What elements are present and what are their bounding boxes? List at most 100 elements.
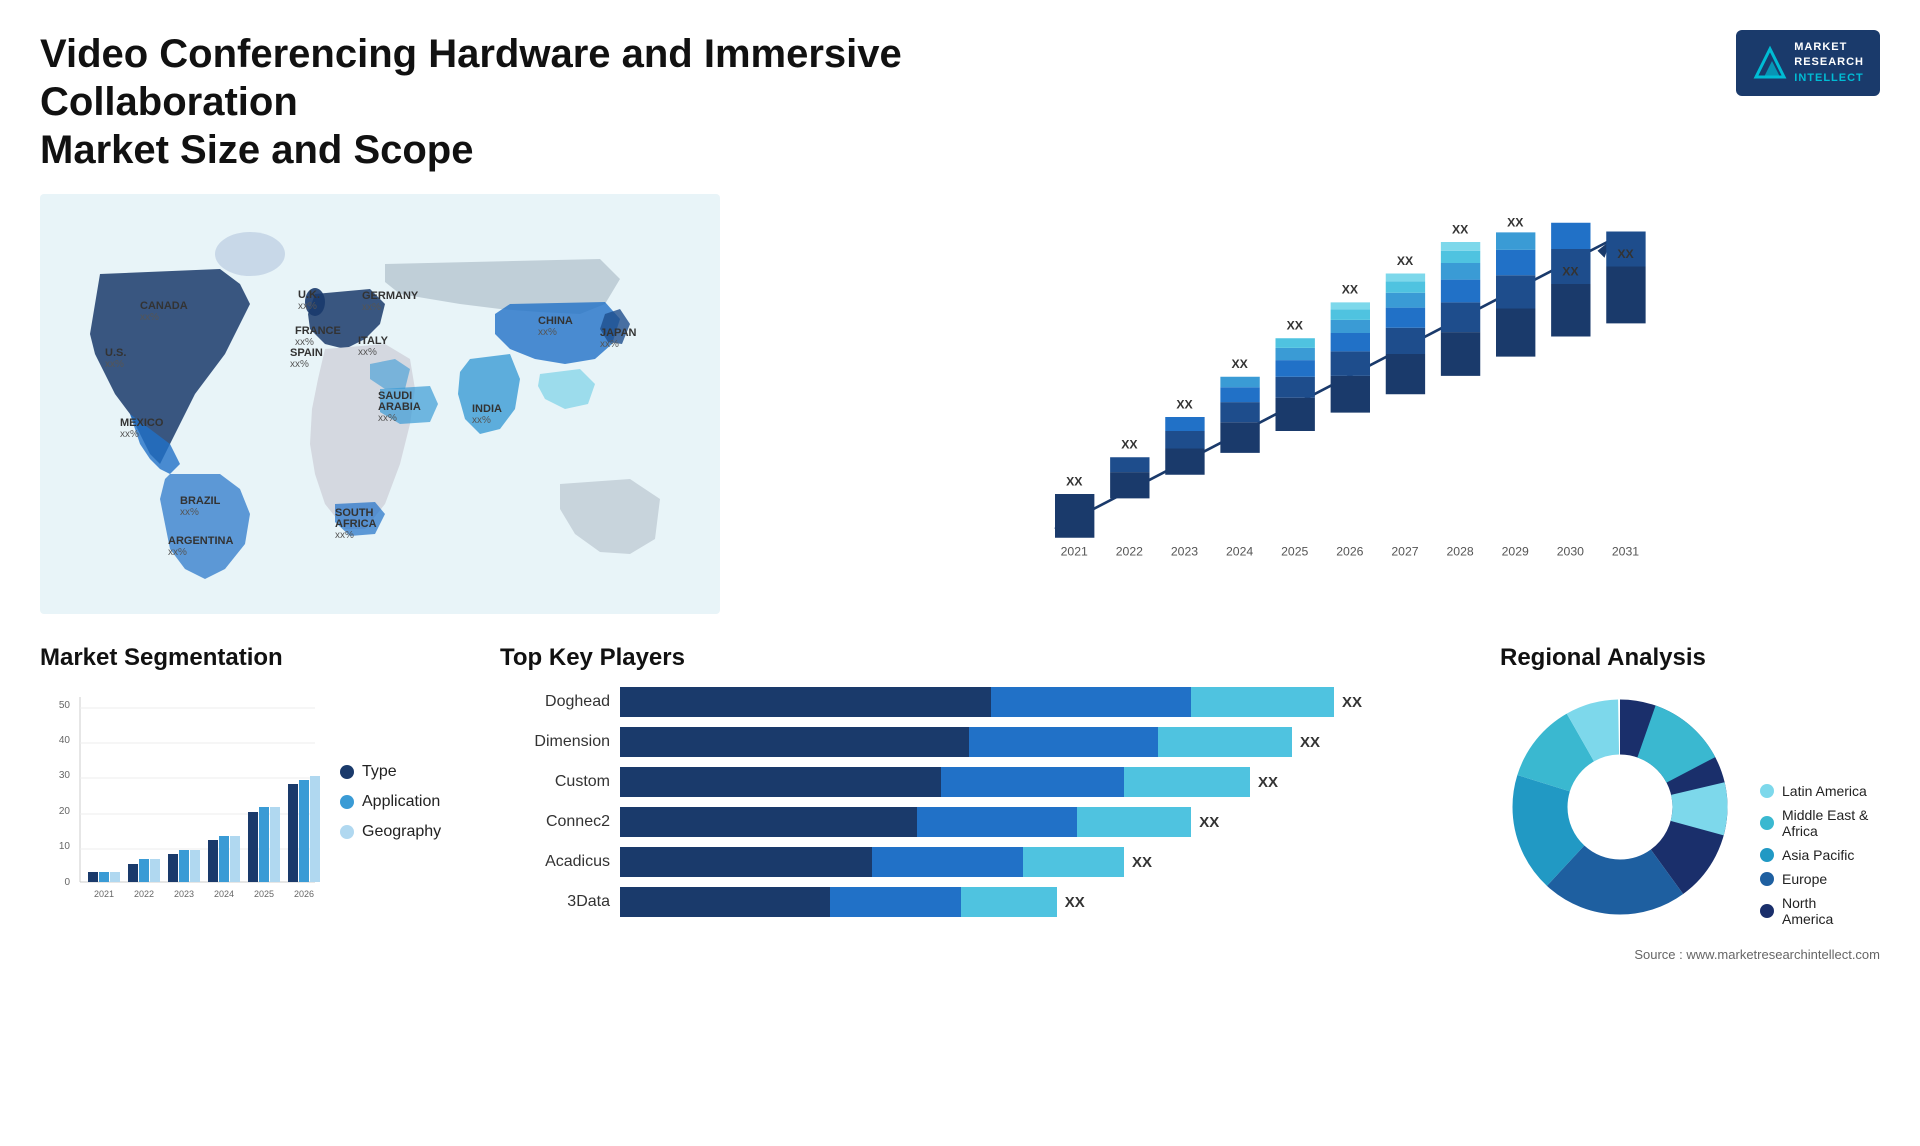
svg-text:AFRICA: AFRICA xyxy=(335,518,377,530)
svg-text:ARGENTINA: ARGENTINA xyxy=(168,535,233,547)
regional-legend: Latin America Middle East & Africa Asia … xyxy=(1760,783,1870,927)
legend-asia-pacific: Asia Pacific xyxy=(1760,847,1870,863)
svg-text:2023: 2023 xyxy=(1171,544,1198,558)
svg-text:CANADA: CANADA xyxy=(140,300,188,312)
player-name-connec2: Connec2 xyxy=(500,813,610,831)
player-bar-doghead xyxy=(620,687,1334,717)
svg-text:xx%: xx% xyxy=(290,359,309,370)
svg-text:xx%: xx% xyxy=(600,339,619,350)
svg-text:XX: XX xyxy=(1066,474,1083,488)
player-bar-acadicus xyxy=(620,847,1124,877)
svg-text:CHINA: CHINA xyxy=(538,315,573,327)
player-bar-custom xyxy=(620,767,1250,797)
svg-text:MEXICO: MEXICO xyxy=(120,417,164,429)
svg-text:xx%: xx% xyxy=(180,507,199,518)
svg-text:U.S.: U.S. xyxy=(105,347,126,359)
svg-text:2025: 2025 xyxy=(1281,544,1308,558)
regional-content: Latin America Middle East & Africa Asia … xyxy=(1500,687,1880,927)
svg-text:ITALY: ITALY xyxy=(358,335,389,347)
asia-pacific-label: Asia Pacific xyxy=(1782,847,1854,863)
player-xx-acadicus: XX xyxy=(1132,854,1152,871)
svg-text:xx%: xx% xyxy=(472,415,491,426)
middle-east-dot xyxy=(1760,816,1774,830)
player-xx-custom: XX xyxy=(1258,774,1278,791)
asia-pacific-dot xyxy=(1760,848,1774,862)
svg-text:2021: 2021 xyxy=(94,889,114,899)
svg-text:40: 40 xyxy=(59,735,71,746)
player-row-connec2: Connec2 XX xyxy=(500,807,1460,837)
north-america-dot xyxy=(1760,904,1774,918)
player-name-acadicus: Acadicus xyxy=(500,853,610,871)
seg-chart-svg-wrap: 0 10 20 30 40 50 xyxy=(40,687,320,917)
europe-dot xyxy=(1760,872,1774,886)
svg-text:xx%: xx% xyxy=(362,302,381,313)
seg-legend: Type Application Geography xyxy=(340,763,441,841)
player-bar-3data xyxy=(620,887,1057,917)
page-wrapper: Video Conferencing Hardware and Immersiv… xyxy=(0,0,1920,1146)
svg-text:xx%: xx% xyxy=(105,359,124,370)
regional-analysis: Regional Analysis xyxy=(1500,644,1880,962)
svg-text:xx%: xx% xyxy=(335,530,354,541)
player-xx-dimension: XX xyxy=(1300,734,1320,751)
bar-chart-container: XX XX XX XX xyxy=(750,194,1880,614)
svg-text:2026: 2026 xyxy=(294,889,314,899)
title-block: Video Conferencing Hardware and Immersiv… xyxy=(40,30,940,174)
svg-text:10: 10 xyxy=(59,841,71,852)
donut-chart xyxy=(1500,687,1740,927)
player-name-3data: 3Data xyxy=(500,893,610,911)
player-bar-connec2 xyxy=(620,807,1191,837)
svg-text:U.K.: U.K. xyxy=(298,289,320,301)
svg-text:XX: XX xyxy=(1617,247,1634,261)
world-map: CANADA xx% U.S. xx% MEXICO xx% BRAZIL xx… xyxy=(40,194,720,614)
map-svg: CANADA xx% U.S. xx% MEXICO xx% BRAZIL xx… xyxy=(40,194,720,614)
player-bar-wrap-dimension: XX xyxy=(620,727,1460,757)
market-segmentation: Market Segmentation 0 10 20 30 40 50 xyxy=(40,644,460,962)
svg-text:2026: 2026 xyxy=(1336,544,1363,558)
bar-chart-svg: XX XX XX XX xyxy=(810,214,1860,564)
svg-text:XX: XX xyxy=(1342,283,1359,297)
svg-text:INDIA: INDIA xyxy=(472,403,502,415)
svg-text:2022: 2022 xyxy=(1116,544,1143,558)
svg-text:30: 30 xyxy=(59,770,71,781)
player-bar-wrap-connec2: XX xyxy=(620,807,1460,837)
legend-north-america: North America xyxy=(1760,895,1870,927)
legend-latin-america: Latin America xyxy=(1760,783,1870,799)
svg-text:0: 0 xyxy=(64,877,70,888)
player-xx-3data: XX xyxy=(1065,894,1085,911)
legend-application: Application xyxy=(340,793,441,811)
legend-middle-east: Middle East & Africa xyxy=(1760,807,1870,839)
player-bar-wrap-3data: XX xyxy=(620,887,1460,917)
europe-label: Europe xyxy=(1782,871,1827,887)
svg-text:XX: XX xyxy=(1231,357,1248,371)
top-players: Top Key Players Doghead XX Dimension xyxy=(480,644,1480,962)
legend-europe: Europe xyxy=(1760,871,1870,887)
svg-text:2022: 2022 xyxy=(134,889,154,899)
source-text: Source : www.marketresearchintellect.com xyxy=(1500,947,1880,962)
svg-text:XX: XX xyxy=(1397,254,1414,268)
svg-text:2028: 2028 xyxy=(1446,544,1473,558)
svg-text:50: 50 xyxy=(59,700,71,711)
svg-text:XX: XX xyxy=(1507,215,1524,229)
player-row-acadicus: Acadicus XX xyxy=(500,847,1460,877)
top-players-title: Top Key Players xyxy=(500,644,1460,672)
seg-chart-area: 0 10 20 30 40 50 xyxy=(40,687,460,917)
svg-text:XX: XX xyxy=(1562,264,1579,278)
svg-text:xx%: xx% xyxy=(378,413,397,424)
logo: MARKET RESEARCH INTELLECT xyxy=(1736,30,1880,96)
player-name-custom: Custom xyxy=(500,773,610,791)
application-label: Application xyxy=(362,793,440,811)
player-row-3data: 3Data XX xyxy=(500,887,1460,917)
svg-text:XX: XX xyxy=(1287,319,1304,333)
svg-text:FRANCE: FRANCE xyxy=(295,325,341,337)
svg-text:xx%: xx% xyxy=(298,301,317,312)
bottom-section: Market Segmentation 0 10 20 30 40 50 xyxy=(40,644,1880,962)
svg-text:XX: XX xyxy=(1121,438,1138,452)
players-chart: Doghead XX Dimension xyxy=(500,687,1460,917)
player-bar-wrap-acadicus: XX xyxy=(620,847,1460,877)
svg-text:xx%: xx% xyxy=(140,312,159,323)
player-xx-doghead: XX xyxy=(1342,694,1362,711)
svg-text:XX: XX xyxy=(1452,222,1469,236)
player-row-custom: Custom XX xyxy=(500,767,1460,797)
type-label: Type xyxy=(362,763,397,781)
application-dot xyxy=(340,795,354,809)
